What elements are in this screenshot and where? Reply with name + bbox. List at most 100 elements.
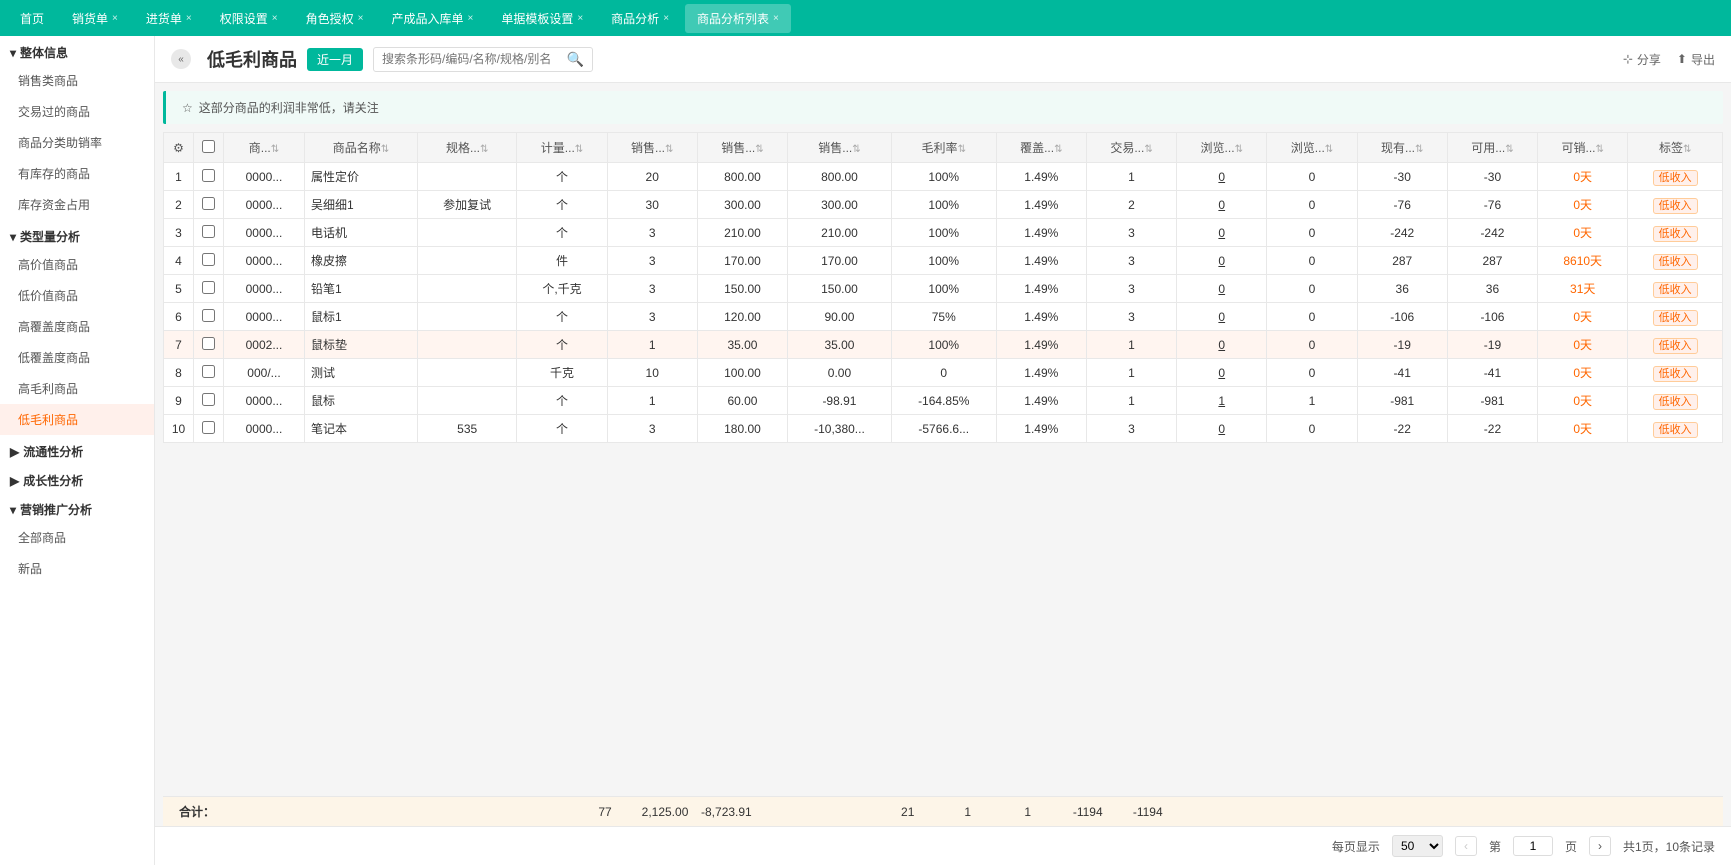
row-available: -19 xyxy=(1447,331,1537,359)
col-checkbox[interactable] xyxy=(194,133,224,163)
col-sales1-header[interactable]: 销售...⇅ xyxy=(607,133,697,163)
per-page-select[interactable]: 50 100 200 xyxy=(1392,835,1443,857)
sidebar-item-in-stock[interactable]: 有库存的商品 xyxy=(0,158,154,189)
share-button[interactable]: ⊹ 分享 xyxy=(1623,51,1661,68)
col-spec-header[interactable]: 规格...⇅ xyxy=(418,133,517,163)
sidebar-item-all-products[interactable]: 全部商品 xyxy=(0,522,154,553)
row-checkbox[interactable] xyxy=(194,331,224,359)
select-all-checkbox[interactable] xyxy=(202,140,215,153)
nav-finished-goods[interactable]: 产成品入库单 × xyxy=(379,4,485,33)
sidebar-item-traded-products[interactable]: 交易过的商品 xyxy=(0,96,154,127)
row-name: 测试 xyxy=(304,359,417,387)
nav-purchase-order[interactable]: 进货单 × xyxy=(134,4,204,33)
close-icon[interactable]: × xyxy=(358,13,364,24)
page-number-input[interactable] xyxy=(1513,836,1553,856)
close-icon[interactable]: × xyxy=(773,13,779,24)
sidebar-item-sales-products[interactable]: 销售类商品 xyxy=(0,65,154,96)
sidebar-item-high-margin[interactable]: 高毛利商品 xyxy=(0,373,154,404)
sidebar-group-circulation[interactable]: ▶ 流通性分析 xyxy=(0,435,154,464)
nav-product-analysis[interactable]: 商品分析 × xyxy=(599,4,681,33)
row-views1[interactable]: 0 xyxy=(1177,247,1267,275)
sidebar-item-high-coverage[interactable]: 高覆盖度商品 xyxy=(0,311,154,342)
nav-product-analysis-list[interactable]: 商品分析列表 × xyxy=(685,4,791,33)
sidebar-item-capital-usage[interactable]: 库存资金占用 xyxy=(0,189,154,220)
row-views1[interactable]: 0 xyxy=(1177,275,1267,303)
col-code-header[interactable]: 商...⇅ xyxy=(224,133,305,163)
prev-page-button[interactable]: ‹ xyxy=(1455,836,1477,856)
row-checkbox[interactable] xyxy=(194,415,224,443)
sidebar-item-low-margin[interactable]: 低毛利商品 xyxy=(0,404,154,435)
footer-col5 xyxy=(818,805,878,819)
row-checkbox[interactable] xyxy=(194,387,224,415)
row-checkbox[interactable] xyxy=(194,163,224,191)
table-row: 30000...电话机个3210.00210.00100%1.49%300-24… xyxy=(164,219,1723,247)
row-checkbox[interactable] xyxy=(194,359,224,387)
nav-home[interactable]: 首页 xyxy=(8,4,56,33)
col-views2-header[interactable]: 浏览...⇅ xyxy=(1267,133,1357,163)
close-icon[interactable]: × xyxy=(467,13,473,24)
col-name-header[interactable]: 商品名称⇅ xyxy=(304,133,417,163)
next-page-button[interactable]: › xyxy=(1589,836,1611,856)
row-checkbox[interactable] xyxy=(194,247,224,275)
close-icon[interactable]: × xyxy=(663,13,669,24)
row-sales3: -10,380... xyxy=(788,415,892,443)
row-views1[interactable]: 1 xyxy=(1177,387,1267,415)
col-saleable-header[interactable]: 可销...⇅ xyxy=(1538,133,1628,163)
row-views1[interactable]: 0 xyxy=(1177,415,1267,443)
row-sales3: 150.00 xyxy=(788,275,892,303)
sidebar-group-growth[interactable]: ▶ 成长性分析 xyxy=(0,464,154,493)
row-views1[interactable]: 0 xyxy=(1177,163,1267,191)
sidebar-group-marketing[interactable]: ▾ 营销推广分析 xyxy=(0,493,154,522)
table-row: 90000...鼠标个160.00-98.91-164.85%1.49%111-… xyxy=(164,387,1723,415)
sidebar-item-low-coverage[interactable]: 低覆盖度商品 xyxy=(0,342,154,373)
row-coverage: 1.49% xyxy=(996,331,1086,359)
nav-sales-order[interactable]: 销货单 × xyxy=(60,4,130,33)
filter-period-button[interactable]: 近一月 xyxy=(307,48,363,71)
col-transactions-header[interactable]: 交易...⇅ xyxy=(1086,133,1176,163)
row-views1[interactable]: 0 xyxy=(1177,219,1267,247)
col-coverage-header[interactable]: 覆盖...⇅ xyxy=(996,133,1086,163)
row-sales1: 20 xyxy=(607,163,697,191)
sidebar-item-category-rate[interactable]: 商品分类助销率 xyxy=(0,127,154,158)
row-available: -242 xyxy=(1447,219,1537,247)
row-checkbox[interactable] xyxy=(194,219,224,247)
sidebar-group-overall[interactable]: ▾ 整体信息 xyxy=(0,36,154,65)
sidebar-item-high-value[interactable]: 高价值商品 xyxy=(0,249,154,280)
sidebar-item-new-products[interactable]: 新品 xyxy=(0,553,154,584)
col-available-header[interactable]: 可用...⇅ xyxy=(1447,133,1537,163)
row-margin: 100% xyxy=(891,163,996,191)
sidebar-item-low-value[interactable]: 低价值商品 xyxy=(0,280,154,311)
col-unit-header[interactable]: 计量...⇅ xyxy=(517,133,607,163)
row-checkbox[interactable] xyxy=(194,191,224,219)
row-checkbox[interactable] xyxy=(194,303,224,331)
close-icon[interactable]: × xyxy=(272,13,278,24)
nav-permission[interactable]: 权限设置 × xyxy=(208,4,290,33)
search-input[interactable] xyxy=(382,52,567,66)
close-icon[interactable]: × xyxy=(112,13,118,24)
row-views1[interactable]: 0 xyxy=(1177,331,1267,359)
row-views1[interactable]: 0 xyxy=(1177,191,1267,219)
nav-role-auth[interactable]: 角色授权 × xyxy=(294,4,376,33)
close-icon[interactable]: × xyxy=(577,13,583,24)
row-views1[interactable]: 0 xyxy=(1177,359,1267,387)
export-button[interactable]: ⬆ 导出 xyxy=(1677,51,1715,68)
collapse-sidebar-button[interactable]: « xyxy=(171,49,191,69)
col-settings[interactable]: ⚙ xyxy=(164,133,194,163)
row-checkbox[interactable] xyxy=(194,275,224,303)
row-views1[interactable]: 0 xyxy=(1177,303,1267,331)
nav-template-setting[interactable]: 单据模板设置 × xyxy=(489,4,595,33)
col-sales2-header[interactable]: 销售...⇅ xyxy=(697,133,787,163)
row-margin: 0 xyxy=(891,359,996,387)
row-transactions: 3 xyxy=(1086,247,1176,275)
close-icon[interactable]: × xyxy=(186,13,192,24)
col-views1-header[interactable]: 浏览...⇅ xyxy=(1177,133,1267,163)
data-table-wrapper[interactable]: ⚙ 商...⇅ 商品名称⇅ 规格...⇅ 计量...⇅ 销售...⇅ 销售...… xyxy=(163,132,1723,796)
row-sales1: 3 xyxy=(607,275,697,303)
sidebar-group-type-analysis[interactable]: ▾ 类型量分析 xyxy=(0,220,154,249)
col-sales3-header[interactable]: 销售...⇅ xyxy=(788,133,892,163)
col-stock-header[interactable]: 现有...⇅ xyxy=(1357,133,1447,163)
search-icon[interactable]: 🔍 xyxy=(567,51,584,68)
row-sales1: 3 xyxy=(607,219,697,247)
col-tag-header[interactable]: 标签⇅ xyxy=(1628,133,1723,163)
col-margin-header[interactable]: 毛利率⇅ xyxy=(891,133,996,163)
